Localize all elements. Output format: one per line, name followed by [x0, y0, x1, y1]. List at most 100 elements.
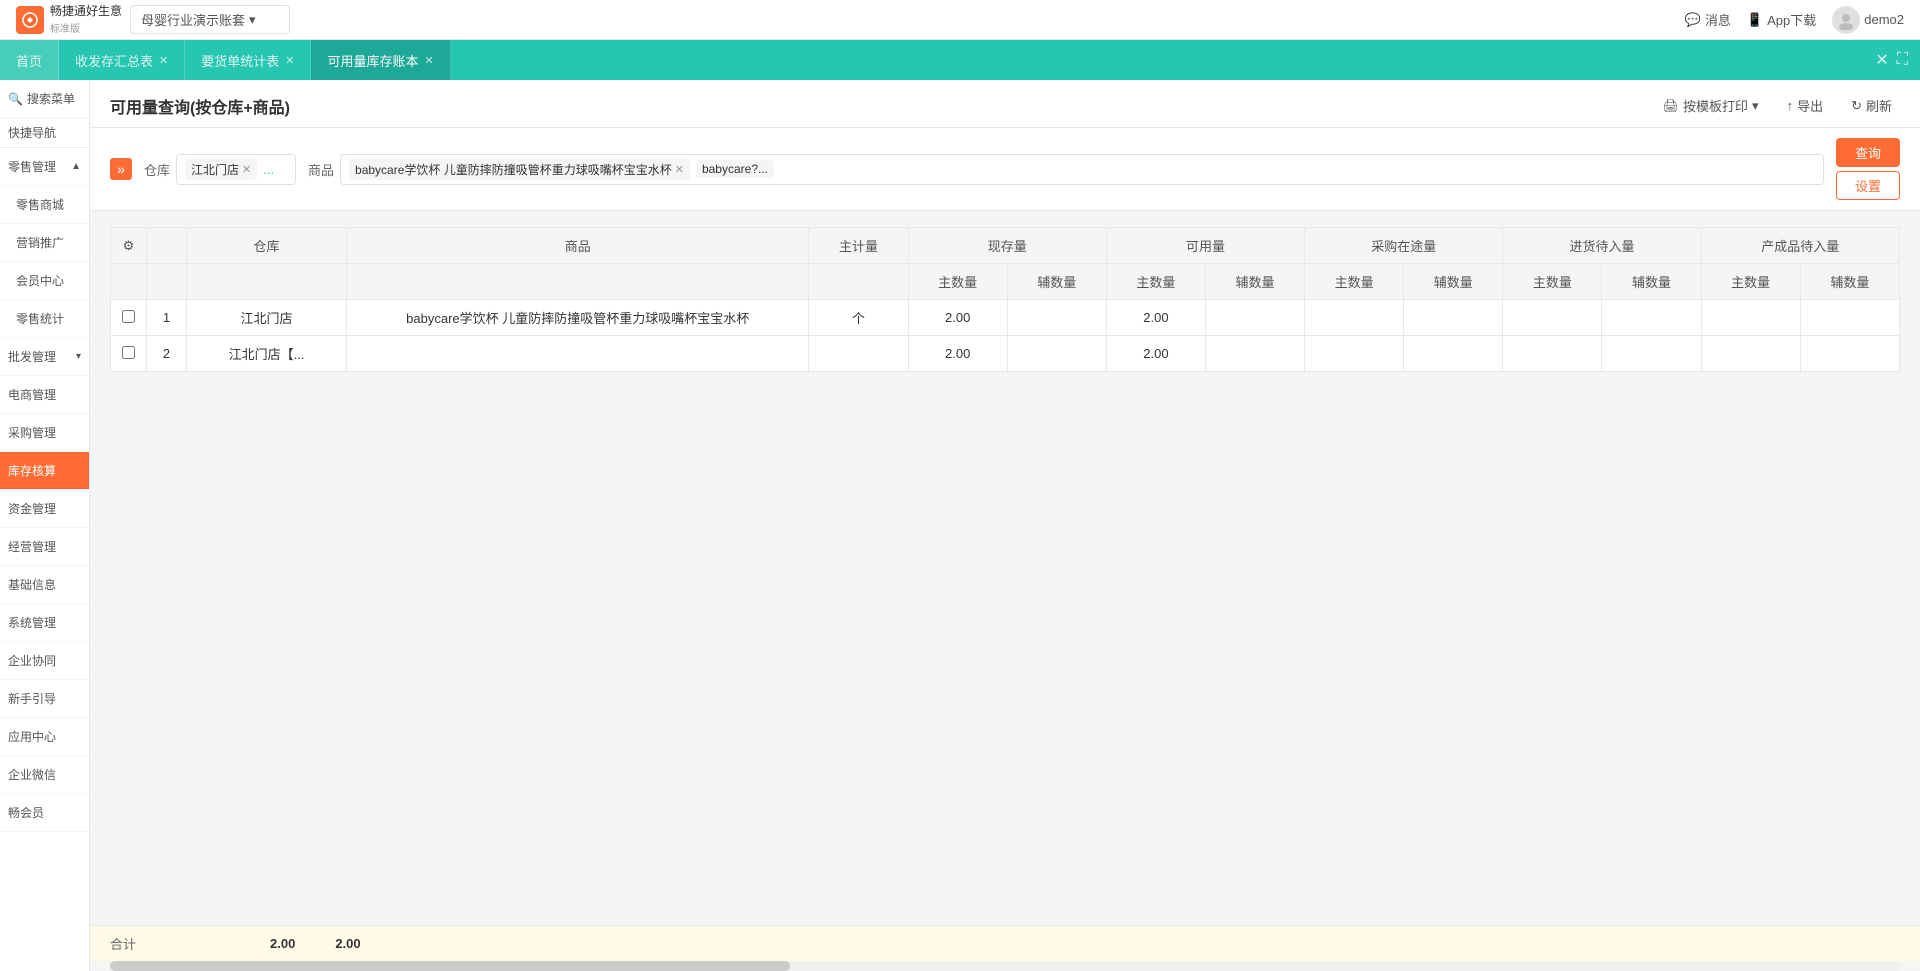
total-current-main-value: 2.00	[270, 936, 295, 951]
query-button[interactable]: 查询	[1836, 138, 1900, 167]
th-current-stock-group: 现存量	[908, 228, 1106, 264]
logo-text: 畅捷通好生意	[50, 4, 122, 20]
td-no: 2	[147, 336, 187, 372]
logo-icon	[16, 6, 44, 34]
th-settings[interactable]: ⚙	[111, 228, 147, 264]
industry-selector[interactable]: 母婴行业演示账套 ▾	[130, 5, 290, 34]
sidebar: 🔍 搜索菜单 快捷导航 零售管理 ▲ 零售商城 营销推广 会员中心 零售统计 批…	[0, 80, 90, 971]
total-current-main: 2.00	[270, 936, 295, 951]
th2-settings	[111, 264, 147, 300]
content-area: 可用量查询(按仓库+商品) 🖨 按模板打印 ▾ ↑ 导出 ↻ 刷新 »	[90, 80, 1920, 971]
warehouse-more-btn[interactable]: ...	[263, 162, 274, 177]
td-warehouse: 江北门店	[187, 300, 347, 336]
download-button[interactable]: 📱 App下载	[1747, 10, 1816, 29]
logo-area: 畅捷通好生意 标准版	[16, 4, 122, 35]
td-current-main: 2.00	[908, 300, 1007, 336]
refresh-button[interactable]: ↻ 刷新	[1843, 92, 1900, 119]
sidebar-item-app-center[interactable]: 应用中心	[0, 718, 89, 756]
td-checkbox[interactable]	[111, 336, 147, 372]
warehouse-tag-remove[interactable]: ✕	[242, 163, 251, 176]
tab-order-summary-close[interactable]: ✕	[285, 54, 294, 67]
nav-tabs: 首页 收发存汇总表 ✕ 要货单统计表 ✕ 可用量库存账本 ✕ ✕ ⛶	[0, 40, 1920, 80]
close-all-icon[interactable]: ✕	[1875, 50, 1888, 70]
sidebar-item-retail-stats[interactable]: 零售统计	[0, 300, 89, 338]
sidebar-item-retail-mgmt-label: 零售管理	[8, 158, 56, 175]
sidebar-item-retail-mall[interactable]: 零售商城	[0, 186, 89, 224]
tab-home-label: 首页	[16, 51, 42, 70]
sidebar-quick-nav[interactable]: 快捷导航	[0, 118, 89, 148]
td-goods-in-main	[1503, 300, 1602, 336]
sidebar-item-enterprise[interactable]: 企业协同	[0, 642, 89, 680]
sidebar-item-vip-member[interactable]: 畅会员	[0, 794, 89, 832]
sidebar-item-member[interactable]: 会员中心	[0, 262, 89, 300]
sidebar-item-new-guide[interactable]: 新手引导	[0, 680, 89, 718]
tab-available-stock-close[interactable]: ✕	[425, 54, 434, 67]
tab-available-stock[interactable]: 可用量库存账本 ✕	[311, 40, 450, 80]
sidebar-item-enterprise-wechat[interactable]: 企业微信	[0, 756, 89, 794]
td-current-aux	[1007, 336, 1106, 372]
td-checkbox[interactable]	[111, 300, 147, 336]
sidebar-item-marketing[interactable]: 营销推广	[0, 224, 89, 262]
product-filter-group: 商品 babycare学饮杯 儿童防摔防撞吸管杯重力球吸嘴杯宝宝水杯 ✕ bab…	[308, 154, 1824, 185]
th2-current-main-qty: 主数量	[908, 264, 1007, 300]
tab-order-summary[interactable]: 要货单统计表 ✕	[185, 40, 311, 80]
quick-nav-label: 快捷导航	[8, 126, 56, 140]
user-name: demo2	[1864, 12, 1904, 27]
td-current-main: 2.00	[908, 336, 1007, 372]
sidebar-item-basic-info-label: 基础信息	[8, 576, 56, 593]
sidebar-item-ecommerce[interactable]: 电商管理	[0, 376, 89, 414]
warehouse-filter-input[interactable]: 江北门店 ✕ ...	[176, 154, 296, 185]
product-filter-input[interactable]: babycare学饮杯 儿童防摔防撞吸管杯重力球吸嘴杯宝宝水杯 ✕ babyca…	[340, 154, 1824, 185]
totals-label: 合计	[110, 934, 230, 953]
main-layout: 🔍 搜索菜单 快捷导航 零售管理 ▲ 零售商城 营销推广 会员中心 零售统计 批…	[0, 80, 1920, 971]
sidebar-item-wholesale-mgmt[interactable]: 批发管理 ▾	[0, 338, 89, 376]
th2-purchase-main-qty: 主数量	[1305, 264, 1404, 300]
td-available-main: 2.00	[1106, 336, 1205, 372]
td-purchase-main	[1305, 300, 1404, 336]
th2-no	[147, 264, 187, 300]
header-left: 畅捷通好生意 标准版 母婴行业演示账套 ▾	[16, 4, 290, 35]
sidebar-item-ecommerce-label: 电商管理	[8, 386, 56, 403]
export-button[interactable]: ↑ 导出	[1779, 92, 1832, 119]
sidebar-item-inventory[interactable]: 库存核算	[0, 452, 89, 490]
refresh-label: 刷新	[1866, 96, 1892, 115]
print-label: 按模板打印	[1683, 96, 1748, 115]
settings-button[interactable]: 设置	[1836, 171, 1900, 200]
product-tag-2: babycare?...	[696, 160, 774, 178]
table-container[interactable]: ⚙ 仓库 商品 主计量 现存量 可用量 采购在途量 进货待入量 产成品待入量	[90, 211, 1920, 925]
message-button[interactable]: 💬 消息	[1685, 10, 1731, 29]
th-purchase-in-group: 采购在途量	[1305, 228, 1503, 264]
td-no: 1	[147, 300, 187, 336]
product-tag-1: babycare学饮杯 儿童防摔防撞吸管杯重力球吸嘴杯宝宝水杯 ✕	[349, 159, 690, 180]
sidebar-item-basic-info[interactable]: 基础信息	[0, 566, 89, 604]
td-available-aux	[1205, 336, 1304, 372]
product-tag-1-remove[interactable]: ✕	[675, 163, 684, 176]
sidebar-item-retail-mgmt[interactable]: 零售管理 ▲	[0, 148, 89, 186]
scrollbar-thumb[interactable]	[110, 961, 790, 971]
sidebar-search[interactable]: 🔍 搜索菜单	[0, 80, 89, 118]
warehouse-filter-group: 仓库 江北门店 ✕ ...	[144, 154, 296, 185]
print-button[interactable]: 🖨 按模板打印 ▾	[1655, 92, 1767, 119]
product-filter-label: 商品	[308, 160, 334, 179]
warehouse-tag: 江北门店 ✕	[185, 159, 257, 180]
sidebar-item-sys-mgmt[interactable]: 系统管理	[0, 604, 89, 642]
horizontal-scrollbar[interactable]	[110, 961, 1900, 971]
th2-available-aux-qty: 辅数量	[1205, 264, 1304, 300]
tab-receive-summary-close[interactable]: ✕	[159, 54, 168, 67]
settings-icon[interactable]: ⚙	[123, 238, 135, 253]
user-menu[interactable]: demo2	[1832, 6, 1904, 34]
download-label: App下载	[1767, 10, 1816, 29]
expand-icon[interactable]: ⛶	[1897, 51, 1908, 69]
tab-home[interactable]: 首页	[0, 40, 59, 80]
expand-filter-button[interactable]: »	[110, 158, 132, 180]
td-current-aux	[1007, 300, 1106, 336]
sidebar-item-finance[interactable]: 资金管理	[0, 490, 89, 528]
tab-receive-summary[interactable]: 收发存汇总表 ✕	[59, 40, 185, 80]
sidebar-item-purchase[interactable]: 采购管理	[0, 414, 89, 452]
sidebar-item-operations[interactable]: 经营管理	[0, 528, 89, 566]
search-icon: 🔍	[8, 92, 23, 106]
td-product: babycare学饮杯 儿童防摔防撞吸管杯重力球吸嘴杯宝宝水杯	[346, 300, 809, 336]
th2-goods-in-main-qty: 主数量	[1503, 264, 1602, 300]
td-product	[346, 336, 809, 372]
sidebar-item-sys-mgmt-label: 系统管理	[8, 614, 56, 631]
